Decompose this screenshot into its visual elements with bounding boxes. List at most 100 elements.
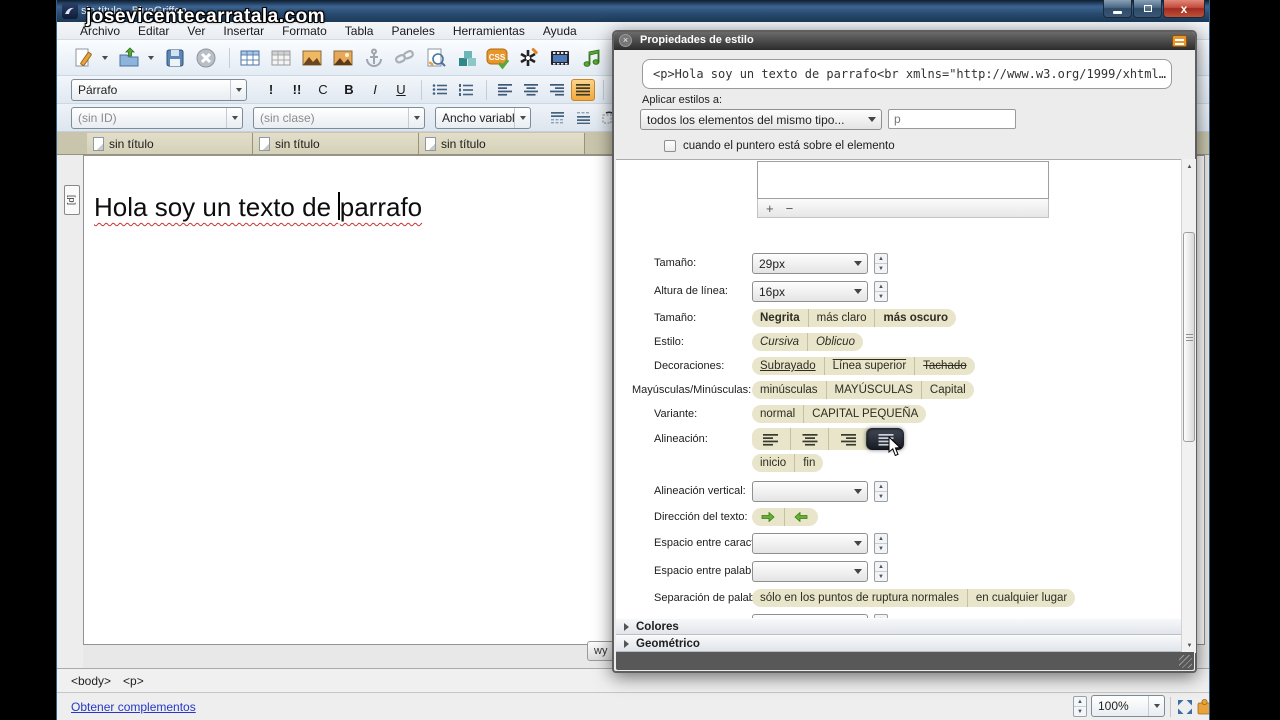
- normal-variant-pill[interactable]: normal: [752, 405, 803, 423]
- width-mode-combo[interactable]: Ancho variable: [435, 106, 531, 129]
- font-size-spinner[interactable]: ▲ ▼: [874, 253, 888, 274]
- video-icon[interactable]: [546, 44, 574, 72]
- dialog-scrollbar[interactable]: ▲ ▼: [1181, 159, 1196, 653]
- menu-herramientas[interactable]: Herramientas: [444, 22, 534, 39]
- align-right-icon[interactable]: [545, 79, 569, 101]
- normal-breaks-pill[interactable]: sólo en los puntos de ruptura normales: [752, 589, 967, 607]
- align-center-icon[interactable]: [519, 79, 543, 101]
- anchor-icon[interactable]: [360, 44, 388, 72]
- overline-pill[interactable]: Línea superior: [823, 357, 915, 375]
- restore-button[interactable]: [1133, 0, 1162, 18]
- lowercase-pill[interactable]: minúsculas: [752, 381, 826, 399]
- align-justify-icon[interactable]: [571, 78, 595, 101]
- add-style-button[interactable]: +: [766, 201, 774, 216]
- vertical-align-spinner[interactable]: ▲ ▼: [874, 481, 888, 502]
- preview-icon[interactable]: [422, 44, 450, 72]
- underline-button[interactable]: U: [389, 79, 413, 101]
- end-pill[interactable]: fin: [794, 454, 823, 472]
- align-left-icon[interactable]: [752, 428, 790, 450]
- section-colores[interactable]: Colores: [616, 618, 1181, 635]
- align-center-icon[interactable]: [790, 428, 828, 450]
- zoom-combo[interactable]: 100%: [1091, 695, 1165, 717]
- insert-table-icon[interactable]: [236, 44, 264, 72]
- paragraph-marker-tag[interactable]: [p]: [64, 185, 80, 215]
- menu-paneles[interactable]: Paneles: [382, 22, 443, 39]
- lighter-pill[interactable]: más claro: [807, 309, 875, 327]
- css-icon[interactable]: CSS: [484, 44, 512, 72]
- code-button[interactable]: C: [311, 79, 335, 101]
- scrollbar-thumb[interactable]: [1183, 232, 1195, 442]
- paragraph-spacing-icon[interactable]: [571, 107, 595, 129]
- tab-sin-titulo-1[interactable]: sin título: [87, 133, 253, 154]
- breadcrumb-body[interactable]: <body>: [71, 674, 111, 688]
- uppercase-pill[interactable]: MAYÚSCULAS: [825, 381, 921, 399]
- table-properties-icon[interactable]: [267, 44, 295, 72]
- vertical-align-combo[interactable]: [752, 481, 868, 502]
- menu-ayuda[interactable]: Ayuda: [534, 22, 586, 39]
- structure-blocks-icon[interactable]: [453, 44, 481, 72]
- scroll-up-icon[interactable]: ▲: [1183, 160, 1196, 173]
- close-button[interactable]: x: [1163, 0, 1205, 18]
- bold-button[interactable]: B: [337, 79, 361, 101]
- menu-tabla[interactable]: Tabla: [336, 22, 383, 39]
- section-geometrico[interactable]: Geométrico: [616, 635, 1181, 652]
- small-caps-pill[interactable]: CAPITAL PEQUEÑA: [803, 405, 926, 423]
- dialog-resize-strip[interactable]: [616, 652, 1194, 670]
- script-icon[interactable]: [515, 44, 543, 72]
- insert-image-icon[interactable]: [298, 44, 326, 72]
- emphasis-button[interactable]: !: [259, 79, 283, 101]
- link-icon[interactable]: [391, 44, 419, 72]
- get-addons-link[interactable]: Obtener complementos: [71, 700, 196, 714]
- word-spacing-spinner[interactable]: ▲ ▼: [874, 561, 888, 582]
- italic-pill[interactable]: Cursiva: [752, 333, 807, 351]
- tab-sin-titulo-3[interactable]: sin título: [419, 133, 585, 154]
- apply-selector-input[interactable]: [888, 109, 1016, 129]
- letter-spacing-spinner[interactable]: ▲ ▼: [874, 533, 888, 554]
- open-dropdown[interactable]: [146, 44, 156, 72]
- minimize-button[interactable]: [1103, 0, 1132, 18]
- bold-pill[interactable]: Negrita: [752, 309, 808, 327]
- capitalize-pill[interactable]: Capital: [920, 381, 974, 399]
- new-document-icon[interactable]: [69, 44, 97, 72]
- oblique-pill[interactable]: Oblicuo: [806, 333, 863, 351]
- class-combo[interactable]: (sin clase): [253, 106, 425, 129]
- scroll-down-icon[interactable]: ▼: [1183, 639, 1196, 652]
- strikethrough-pill[interactable]: Tachado: [914, 357, 974, 375]
- strong-button[interactable]: !!: [285, 79, 309, 101]
- stepper-down-icon[interactable]: ▼: [1074, 706, 1086, 716]
- bullet-list-icon[interactable]: [428, 79, 452, 101]
- start-pill[interactable]: inicio: [752, 454, 794, 472]
- paragraph-format-combo[interactable]: Párrafo: [71, 78, 247, 101]
- tab-sin-titulo-2[interactable]: sin título: [253, 133, 419, 154]
- font-size-combo[interactable]: 29px: [752, 253, 868, 274]
- numbered-list-icon[interactable]: [454, 79, 478, 101]
- fullscreen-icon[interactable]: [1177, 699, 1193, 715]
- align-right-icon[interactable]: [828, 428, 866, 450]
- addons-puzzle-icon[interactable]: [1195, 697, 1209, 717]
- apply-scope-combo[interactable]: todos los elementos del mismo tipo...: [640, 109, 882, 130]
- stop-icon[interactable]: [192, 44, 220, 72]
- dialog-titlebar[interactable]: × Propiedades de estilo: [614, 32, 1195, 50]
- italic-button[interactable]: I: [363, 79, 387, 101]
- dialog-close-icon[interactable]: ×: [619, 34, 632, 47]
- rtl-arrow-icon[interactable]: [784, 508, 817, 526]
- word-spacing-combo[interactable]: [752, 561, 868, 582]
- resize-grip-icon[interactable]: [1179, 655, 1192, 668]
- darker-pill[interactable]: más oscuro: [874, 309, 956, 327]
- line-spacing-icon[interactable]: [545, 107, 569, 129]
- remove-style-button[interactable]: −: [786, 201, 794, 216]
- break-anywhere-pill[interactable]: en cualquier lugar: [966, 589, 1075, 607]
- align-left-icon[interactable]: [493, 79, 517, 101]
- underline-pill[interactable]: Subrayado: [752, 357, 824, 375]
- letter-spacing-combo[interactable]: [752, 533, 868, 554]
- hover-checkbox[interactable]: [664, 140, 676, 152]
- save-icon[interactable]: [161, 44, 189, 72]
- breadcrumb-p[interactable]: <p>: [123, 674, 144, 688]
- line-height-spinner[interactable]: ▲ ▼: [874, 281, 888, 302]
- open-upload-icon[interactable]: [115, 44, 143, 72]
- stepper-up-icon[interactable]: ▲: [1074, 697, 1086, 706]
- id-combo[interactable]: (sin ID): [71, 106, 243, 129]
- line-height-combo[interactable]: 16px: [752, 281, 868, 302]
- edit-image-icon[interactable]: [329, 44, 357, 72]
- styles-listbox[interactable]: [757, 161, 1049, 199]
